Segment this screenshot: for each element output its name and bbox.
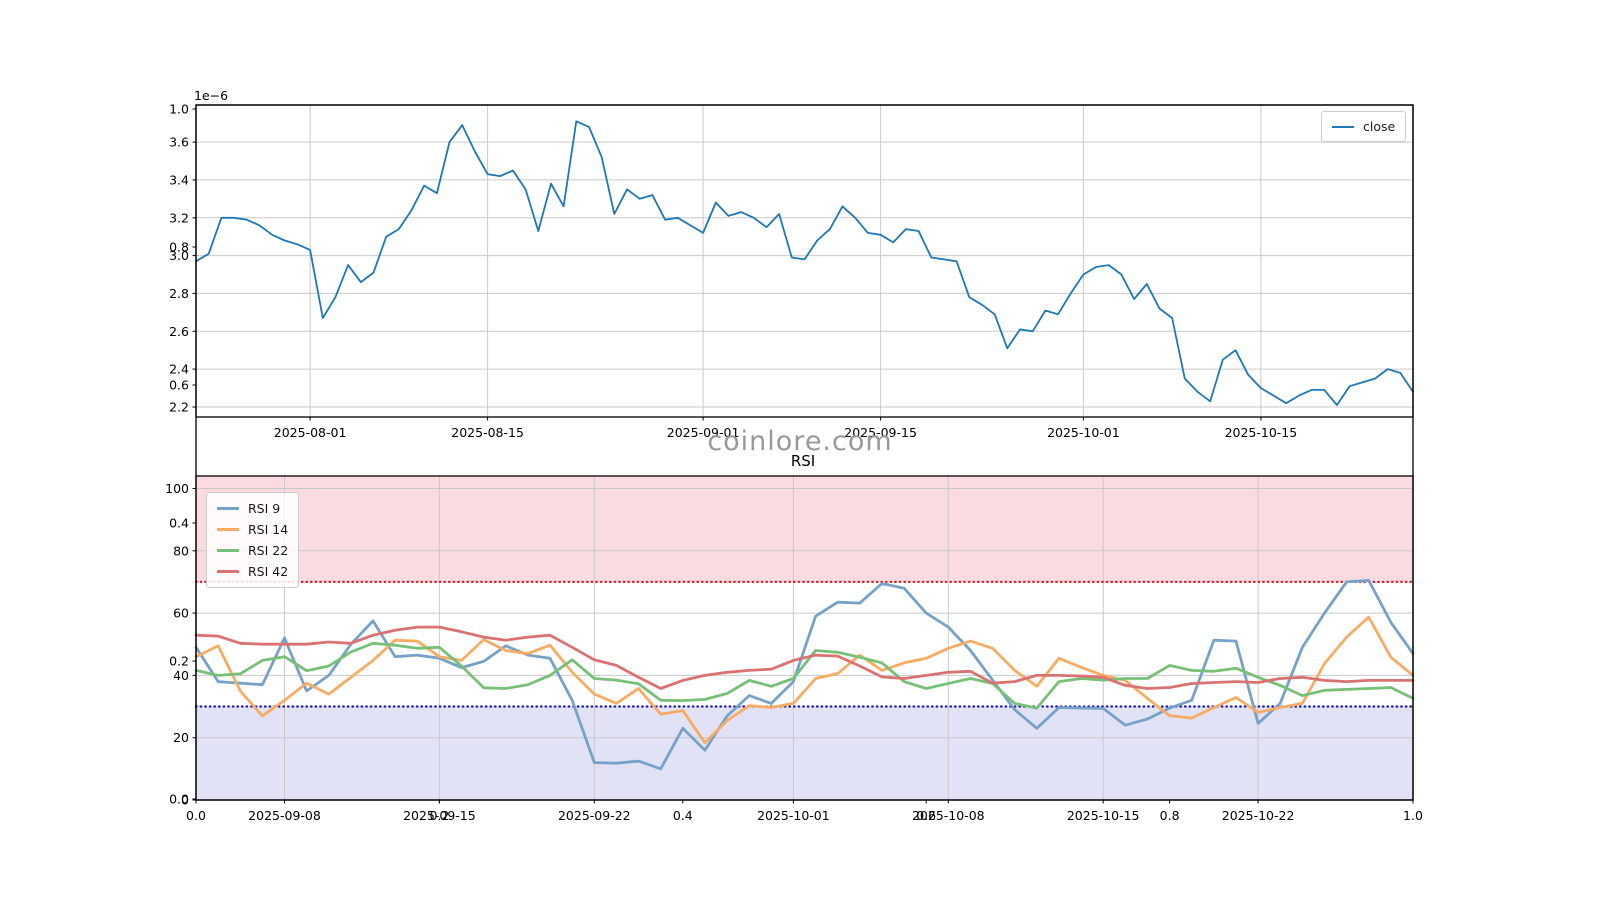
x-tick-label: 2025-08-01 (274, 425, 347, 440)
rsi-chart-title: RSI (790, 452, 816, 470)
price-axis-offset-label: 1e−6 (194, 88, 229, 103)
legend-row-close: close (1332, 116, 1395, 137)
y-tick-label: 3.2 (169, 210, 189, 225)
x-tick-label: 2025-09-08 (248, 808, 321, 823)
rsi42-line-sample (217, 570, 239, 573)
rsi9-line-sample (217, 507, 239, 510)
legend-label-close: close (1363, 119, 1396, 134)
y-tick-label: 80 (173, 543, 189, 558)
outer-x-tick-label: 0.4 (673, 808, 693, 823)
x-tick-label: 2025-08-15 (451, 425, 524, 440)
legend-label-rsi22: RSI 22 (248, 543, 289, 558)
x-tick-label: 2025-10-01 (1047, 425, 1120, 440)
y-tick-label: 2.4 (169, 362, 189, 377)
y-tick-label: 2.8 (169, 286, 189, 301)
y-tick-label: 2.2 (169, 400, 189, 415)
series-rsi-42 (194, 625, 1415, 690)
y-tick-label: 40 (173, 668, 189, 683)
oversold-band (196, 706, 1413, 801)
outer-y-tick-label: 1.0 (169, 102, 189, 117)
series-close (195, 120, 1414, 407)
y-tick-label: 2.6 (169, 324, 189, 339)
legend-row-rsi9: RSI 9 (217, 498, 288, 519)
outer-y-tick-label: 0.4 (169, 516, 189, 531)
x-tick-label: 2025-10-15 (1067, 808, 1140, 823)
outer-x-tick-label: 0.0 (186, 808, 206, 823)
x-tick-label: 2025-09-22 (558, 808, 631, 823)
x-tick-label: 2025-10-15 (1225, 425, 1298, 440)
outer-y-tick-label: 0.2 (169, 654, 189, 669)
rsi14-line-sample (217, 528, 239, 531)
outer-x-tick-label: 1.0 (1403, 808, 1423, 823)
legend-row-rsi22: RSI 22 (217, 540, 288, 561)
outer-y-tick-label: 0.0 (169, 792, 189, 807)
rsi-plot: 2025-09-08 2025-09-15 2025-09-22 2025-10-01… (165, 475, 1415, 823)
figure: 2025-08-01 2025-08-15 2025-09-01 2025-09-15… (0, 0, 1600, 900)
outer-x-tick-label: 0.2 (429, 808, 449, 823)
rsi22-line-sample (217, 549, 239, 552)
legend-row-rsi14: RSI 14 (217, 519, 288, 540)
outer-y-tick-label: 0.8 (169, 240, 189, 255)
y-tick-label: 60 (173, 606, 189, 621)
legend-label-rsi42: RSI 42 (248, 564, 289, 579)
y-tick-label: 3.6 (169, 135, 189, 150)
legend-row-rsi42: RSI 42 (217, 561, 288, 582)
rsi-legend: RSI 9 RSI 14 RSI 22 RSI 42 (206, 492, 300, 588)
outer-x-tick-label: 0.8 (1160, 808, 1180, 823)
y-tick-label: 20 (173, 730, 189, 745)
legend-label-rsi14: RSI 14 (248, 522, 289, 537)
x-tick-label: 2025-10-22 (1222, 808, 1295, 823)
close-line-sample (1332, 125, 1354, 128)
overbought-band (196, 476, 1413, 582)
y-tick-label: 3.4 (169, 172, 189, 187)
price-plot: 2025-08-01 2025-08-15 2025-09-01 2025-09-15… (169, 104, 1414, 440)
outer-y-tick-label: 0.6 (169, 378, 189, 393)
legend-label-rsi9: RSI 9 (248, 501, 281, 516)
x-tick-label: 2025-10-01 (757, 808, 830, 823)
outer-x-tick-label: 0.6 (916, 808, 936, 823)
y-tick-label: 100 (165, 481, 189, 496)
price-legend: close (1321, 111, 1407, 142)
